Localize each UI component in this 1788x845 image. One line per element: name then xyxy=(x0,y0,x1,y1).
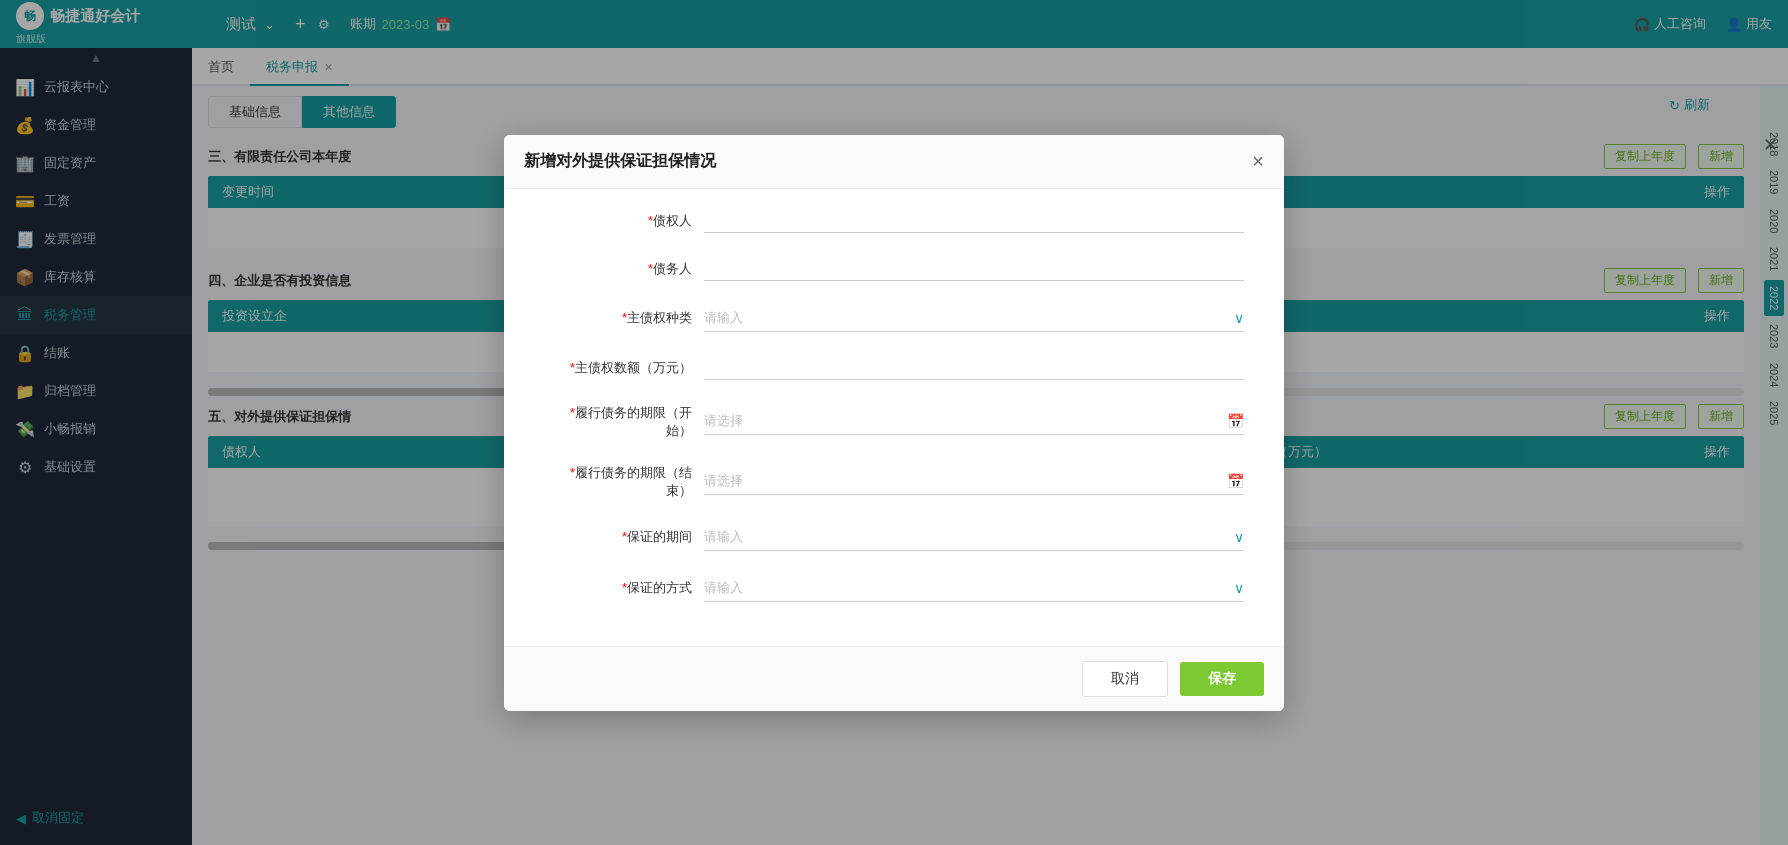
cancel-button[interactable]: 取消 xyxy=(1082,661,1168,697)
form-group-creditor: *债权人 xyxy=(544,209,1244,233)
date-period-end-value: 请选择 xyxy=(704,472,743,490)
select-guarantee-period-value: 请输入 xyxy=(704,528,743,546)
label-period-start: *履行债务的期限（开始） xyxy=(544,404,704,440)
modal-header: 新增对外提供保证担保情况 × xyxy=(504,135,1284,189)
calendar-end-icon: 📅 xyxy=(1227,473,1244,489)
form-group-debtor: *债务人 xyxy=(544,257,1244,281)
select-guarantee-period[interactable]: 请输入 ∨ xyxy=(704,524,1244,551)
date-period-start[interactable]: 请选择 📅 xyxy=(704,408,1244,435)
label-creditor: *债权人 xyxy=(544,212,704,230)
form-group-guarantee-method: *保证的方式 请输入 ∨ xyxy=(544,575,1244,602)
label-period-end: *履行债务的期限（结束） xyxy=(544,464,704,500)
chevron-down-guarantee-period-icon: ∨ xyxy=(1234,529,1244,545)
chevron-down-icon: ∨ xyxy=(1234,310,1244,326)
select-guarantee-method[interactable]: 请输入 ∨ xyxy=(704,575,1244,602)
form-group-claim-amount: *主债权数额（万元） xyxy=(544,356,1244,380)
select-claim-type-value: 请输入 xyxy=(704,309,743,327)
modal-close-button[interactable]: × xyxy=(1252,151,1264,171)
modal-body: *债权人 *债务人 *主债权种类 请输入 ∨ xyxy=(504,189,1284,646)
modal-footer: 取消 保存 xyxy=(504,646,1284,711)
form-group-claim-type: *主债权种类 请输入 ∨ xyxy=(544,305,1244,332)
input-creditor[interactable] xyxy=(704,209,1244,233)
chevron-down-guarantee-method-icon: ∨ xyxy=(1234,580,1244,596)
calendar-start-icon: 📅 xyxy=(1227,413,1244,429)
label-claim-amount: *主债权数额（万元） xyxy=(544,359,704,377)
label-claim-type: *主债权种类 xyxy=(544,309,704,327)
form-group-period-end: *履行债务的期限（结束） 请选择 📅 xyxy=(544,464,1244,500)
label-debtor: *债务人 xyxy=(544,260,704,278)
date-period-end[interactable]: 请选择 📅 xyxy=(704,468,1244,495)
label-guarantee-period: *保证的期间 xyxy=(544,528,704,546)
select-claim-type[interactable]: 请输入 ∨ xyxy=(704,305,1244,332)
form-group-guarantee-period: *保证的期间 请输入 ∨ xyxy=(544,524,1244,551)
select-guarantee-method-value: 请输入 xyxy=(704,579,743,597)
form-group-period-start: *履行债务的期限（开始） 请选择 📅 xyxy=(544,404,1244,440)
input-claim-amount[interactable] xyxy=(704,356,1244,380)
modal-dialog: 新增对外提供保证担保情况 × *债权人 *债务人 *主 xyxy=(504,135,1284,711)
save-button[interactable]: 保存 xyxy=(1180,662,1264,696)
modal-overlay: 新增对外提供保证担保情况 × *债权人 *债务人 *主 xyxy=(0,0,1788,845)
modal-title: 新增对外提供保证担保情况 xyxy=(524,151,716,172)
input-debtor[interactable] xyxy=(704,257,1244,281)
label-guarantee-method: *保证的方式 xyxy=(544,579,704,597)
date-period-start-value: 请选择 xyxy=(704,412,743,430)
